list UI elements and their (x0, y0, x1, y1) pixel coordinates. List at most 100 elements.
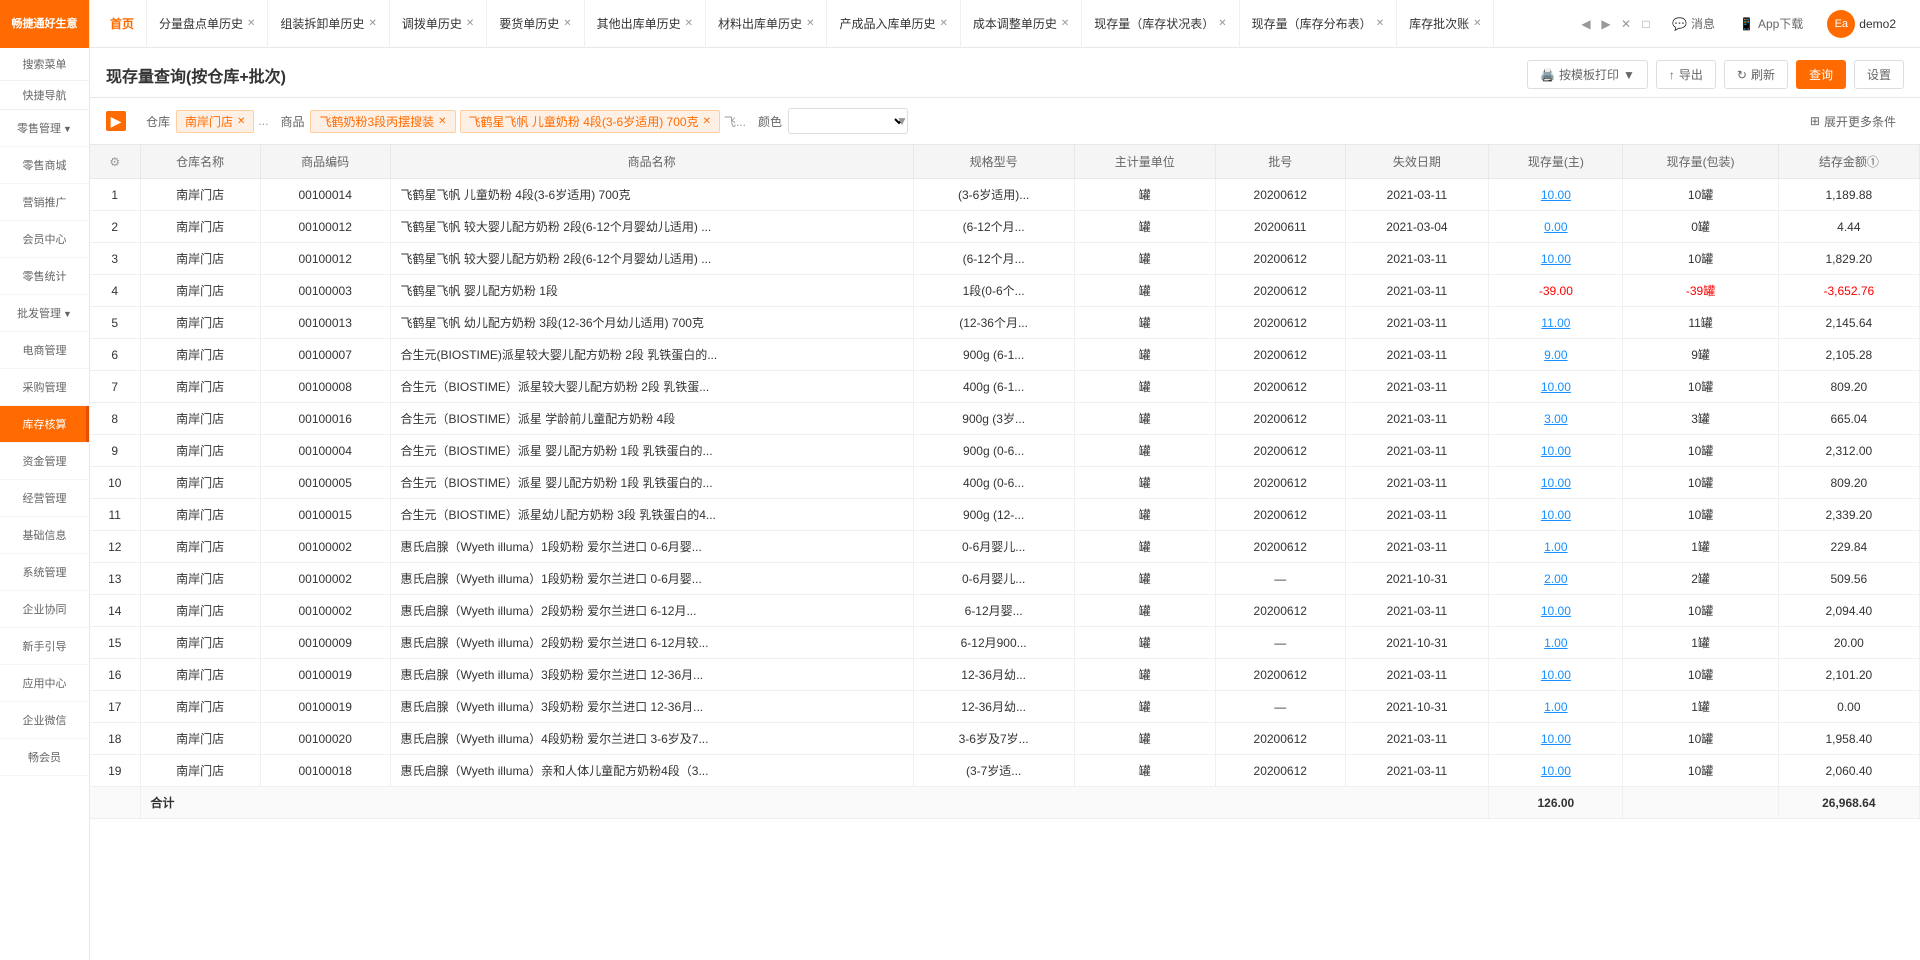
nav-tab-6[interactable]: 产成品入库单历史✕ (827, 0, 960, 48)
color-dropdown[interactable] (788, 108, 908, 134)
warehouse-tag[interactable]: 南岸门店 ✕ (176, 110, 254, 133)
cell-qty-main[interactable]: 1.00 (1489, 627, 1623, 659)
sidebar-item-vip[interactable]: 畅会员 (0, 739, 89, 776)
tab-close[interactable]: ✕ (247, 18, 255, 29)
product-tag-2[interactable]: 飞鹤星飞帆 儿童奶粉 4段(3-6岁适用) 700克 ✕ (460, 110, 720, 133)
cell-qty-main[interactable]: 10.00 (1489, 243, 1623, 275)
table-row: 2 南岸门店 00100012 飞鹤星飞帆 较大婴儿配方奶粉 2段(6-12个月… (90, 211, 1920, 243)
cell-warehouse: 南岸门店 (140, 435, 260, 467)
sidebar-item-wholesale[interactable]: 批发管理▼ (0, 295, 89, 332)
settings-icon[interactable]: ⚙ (109, 155, 120, 169)
sidebar-search[interactable]: 搜索菜单 (0, 48, 89, 81)
sidebar-item-system[interactable]: 系统管理 (0, 554, 89, 591)
sidebar-item-corp[interactable]: 企业协同 (0, 591, 89, 628)
cell-name: 飞鹤星飞帆 儿童奶粉 4段(3-6岁适用) 700克 (390, 179, 913, 211)
cell-qty-main[interactable]: 11.00 (1489, 307, 1623, 339)
export-btn[interactable]: ↑ 导出 (1656, 60, 1716, 89)
cell-name: 惠氏启腺（Wyeth illuma）1段奶粉 爱尔兰进口 0-6月婴... (390, 531, 913, 563)
nav-tab-1[interactable]: 组装拆卸单历史✕ (268, 0, 389, 48)
nav-close[interactable]: ✕ (1616, 14, 1636, 34)
cell-qty-main[interactable]: 2.00 (1489, 563, 1623, 595)
sidebar-item-wecom[interactable]: 企业微信 (0, 702, 89, 739)
cell-qty-main[interactable]: 10.00 (1489, 371, 1623, 403)
sidebar-item-retail-shop[interactable]: 零售商城 (0, 147, 89, 184)
tab-close[interactable]: ✕ (806, 18, 814, 29)
cell-spec: 1段(0-6个... (913, 275, 1074, 307)
cell-qty-main[interactable]: 10.00 (1489, 659, 1623, 691)
nav-next[interactable]: ▶ (1596, 14, 1616, 34)
tab-close[interactable]: ✕ (466, 18, 474, 29)
sidebar-item-apps[interactable]: 应用中心 (0, 665, 89, 702)
sidebar-item-basic[interactable]: 基础信息 (0, 517, 89, 554)
tab-close[interactable]: ✕ (1473, 18, 1481, 29)
tab-close[interactable]: ✕ (368, 18, 376, 29)
sidebar-quick-nav[interactable]: 快捷导航 (0, 81, 89, 110)
app-download-btn[interactable]: 📱 App下载 (1731, 11, 1811, 36)
nav-home[interactable]: 首页 (98, 0, 147, 48)
sidebar-item-operation[interactable]: 经营管理 (0, 480, 89, 517)
cell-qty-main[interactable]: 10.00 (1489, 723, 1623, 755)
nav-tab-7[interactable]: 成本调整单历史 ✕ (961, 0, 1082, 48)
cell-qty-main[interactable]: 10.00 (1489, 755, 1623, 787)
tab-close[interactable]: ✕ (1376, 18, 1384, 29)
cell-unit: 罐 (1074, 691, 1215, 723)
cell-qty-main[interactable]: 0.00 (1489, 211, 1623, 243)
cell-qty-main[interactable]: 1.00 (1489, 691, 1623, 723)
nav-tab-3[interactable]: 要货单历史✕ (487, 0, 584, 48)
cell-qty-main[interactable]: 9.00 (1489, 339, 1623, 371)
col-qty-pkg: 现存量(包装) (1623, 145, 1778, 179)
col-settings[interactable]: ⚙ (90, 145, 140, 179)
nav-tab-4[interactable]: 其他出库单历史✕ (585, 0, 706, 48)
cell-qty-main[interactable]: 10.00 (1489, 499, 1623, 531)
cell-qty-main[interactable]: 10.00 (1489, 595, 1623, 627)
cell-qty-main[interactable]: 3.00 (1489, 403, 1623, 435)
query-btn[interactable]: 查询 (1796, 60, 1846, 89)
sidebar: 畅捷通好生意 搜索菜单 快捷导航 零售管理▼零售商城营销推广会员中心零售统计批发… (0, 0, 90, 960)
print-btn[interactable]: 🖨️ 按模板打印 ▼ (1527, 60, 1648, 89)
tab-close[interactable]: ✕ (1061, 18, 1069, 29)
cell-code: 00100002 (260, 563, 390, 595)
cell-qty-main[interactable]: 1.00 (1489, 531, 1623, 563)
sidebar-item-marketing[interactable]: 营销推广 (0, 184, 89, 221)
product-tag-1-remove[interactable]: ✕ (438, 116, 446, 127)
cell-expire: 2021-03-11 (1345, 403, 1489, 435)
cell-qty-main[interactable]: 10.00 (1489, 179, 1623, 211)
refresh-btn[interactable]: ↻ 刷新 (1724, 60, 1788, 89)
tab-close[interactable]: ✕ (685, 18, 693, 29)
cell-qty-main: -39.00 (1489, 275, 1623, 307)
cell-qty-main[interactable]: 10.00 (1489, 435, 1623, 467)
sidebar-item-purchase[interactable]: 采购管理 (0, 369, 89, 406)
tab-close[interactable]: ✕ (563, 18, 571, 29)
expand-filter-btn[interactable]: ▶ (106, 111, 126, 131)
product-tag-1[interactable]: 飞鹤奶粉3段丙摆搜装 ✕ (310, 110, 455, 133)
messages-btn[interactable]: 💬 消息 (1664, 11, 1723, 36)
nav-tab-8[interactable]: 现存量（库存状况表）✕ (1082, 0, 1239, 48)
sidebar-item-member[interactable]: 会员中心 (0, 221, 89, 258)
nav-tab-2[interactable]: 调拨单历史✕ (390, 0, 487, 48)
nav-tab-10[interactable]: 库存批次账✕ (1397, 0, 1494, 48)
tab-close[interactable]: ✕ (939, 18, 947, 29)
expand-more-btn[interactable]: ⊞ 展开更多条件 (1802, 109, 1904, 134)
sidebar-item-inventory[interactable]: 库存核算 (0, 406, 89, 443)
sidebar-item-retail[interactable]: 零售管理▼ (0, 110, 89, 147)
settings-btn[interactable]: 设置 (1854, 60, 1904, 89)
product-tag-2-remove[interactable]: ✕ (703, 116, 711, 127)
nav-maximize[interactable]: □ (1636, 14, 1656, 34)
cell-no: 4 (90, 275, 140, 307)
sidebar-item-stats[interactable]: 零售统计 (0, 258, 89, 295)
nav-tab-9[interactable]: 现存量（库存分布表）✕ (1240, 0, 1397, 48)
warehouse-tag-remove[interactable]: ✕ (237, 116, 245, 127)
cell-qty-main[interactable]: 10.00 (1489, 467, 1623, 499)
tab-label: 成本调整单历史 (973, 15, 1057, 32)
content-area: 现存量查询(按仓库+批次) 🖨️ 按模板打印 ▼ ↑ 导出 ↻ 刷新 查询 (90, 48, 1920, 960)
nav-prev[interactable]: ◀ (1576, 14, 1596, 34)
sidebar-item-finance[interactable]: 资金管理 (0, 443, 89, 480)
tab-close[interactable]: ✕ (1218, 18, 1226, 29)
cell-name: 飞鹤星飞帆 较大婴儿配方奶粉 2段(6-12个月婴幼儿适用) ... (390, 243, 913, 275)
sidebar-item-guide[interactable]: 新手引导 (0, 628, 89, 665)
nav-tab-0[interactable]: 分量盘点单历史✕ (147, 0, 268, 48)
sidebar-item-ecommerce[interactable]: 电商管理 (0, 332, 89, 369)
user-info[interactable]: Ea demo2 (1819, 10, 1904, 38)
page-title: 现存量查询(按仓库+批次) (106, 63, 286, 87)
nav-tab-5[interactable]: 材料出库单历史✕ (706, 0, 827, 48)
